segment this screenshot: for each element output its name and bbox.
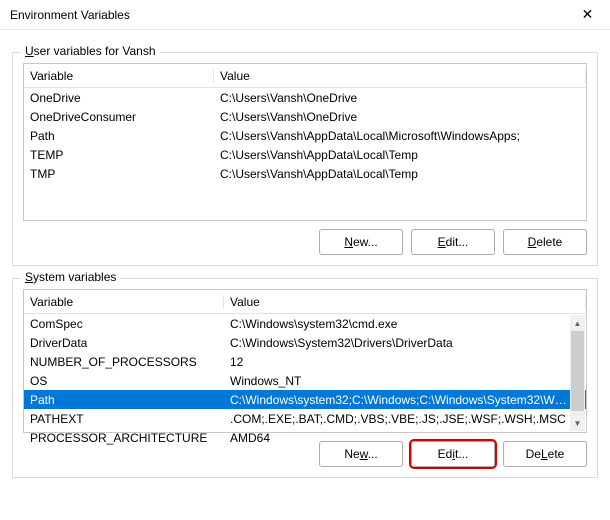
scroll-up-icon[interactable]: ▲ <box>570 315 585 331</box>
table-row[interactable]: OneDriveC:\Users\Vansh\OneDrive <box>24 88 586 107</box>
titlebar: Environment Variables ✕ <box>0 0 610 30</box>
cell-variable: DriverData <box>24 336 224 350</box>
user-variables-table[interactable]: Variable Value OneDriveC:\Users\Vansh\On… <box>23 63 587 221</box>
system-header-variable[interactable]: Variable <box>24 295 224 309</box>
window-title: Environment Variables <box>10 8 130 22</box>
cell-value: C:\Users\Vansh\OneDrive <box>214 110 586 124</box>
cell-variable: NUMBER_OF_PROCESSORS <box>24 355 224 369</box>
cell-value: C:\Windows\system32\cmd.exe <box>224 317 586 331</box>
user-edit-button[interactable]: Edit... <box>411 229 495 255</box>
user-header-variable[interactable]: Variable <box>24 69 214 83</box>
system-scrollbar[interactable]: ▲ ▼ <box>570 315 585 431</box>
cell-value: C:\Windows\System32\Drivers\DriverData <box>224 336 586 350</box>
cell-variable: OneDrive <box>24 91 214 105</box>
user-table-header: Variable Value <box>24 64 586 88</box>
table-row[interactable]: NUMBER_OF_PROCESSORS12 <box>24 352 586 371</box>
table-row[interactable]: OneDriveConsumerC:\Users\Vansh\OneDrive <box>24 107 586 126</box>
cell-variable: Path <box>24 129 214 143</box>
cell-variable: ComSpec <box>24 317 224 331</box>
user-header-value[interactable]: Value <box>214 69 586 83</box>
system-variables-title: System variables <box>21 270 120 284</box>
cell-value: C:\Windows\system32;C:\Windows;C:\Window… <box>224 393 586 407</box>
user-table-body: OneDriveC:\Users\Vansh\OneDriveOneDriveC… <box>24 88 586 220</box>
cell-value: 12 <box>224 355 586 369</box>
system-variables-group: System variables Variable Value ComSpecC… <box>12 278 598 478</box>
cell-value: C:\Users\Vansh\OneDrive <box>214 91 586 105</box>
table-row[interactable]: OSWindows_NT <box>24 371 586 390</box>
close-button[interactable]: ✕ <box>565 0 610 30</box>
system-table-header: Variable Value <box>24 290 586 314</box>
cell-variable: PROCESSOR_ARCHITECTURE <box>24 431 224 445</box>
system-header-value[interactable]: Value <box>224 295 586 309</box>
cell-value: AMD64 <box>224 431 586 445</box>
cell-variable: Path <box>24 393 224 407</box>
user-new-button[interactable]: New... <box>319 229 403 255</box>
cell-variable: TEMP <box>24 148 214 162</box>
system-table-body: ComSpecC:\Windows\system32\cmd.exeDriver… <box>24 314 586 432</box>
table-row[interactable]: PROCESSOR_ARCHITECTUREAMD64 <box>24 428 586 447</box>
table-row[interactable]: PathC:\Users\Vansh\AppData\Local\Microso… <box>24 126 586 145</box>
table-row[interactable]: ComSpecC:\Windows\system32\cmd.exe <box>24 314 586 333</box>
table-row[interactable]: TMPC:\Users\Vansh\AppData\Local\Temp <box>24 164 586 183</box>
cell-value: C:\Users\Vansh\AppData\Local\Microsoft\W… <box>214 129 586 143</box>
user-buttons-row: New... Edit... Delete <box>23 229 587 255</box>
user-variables-group: User variables for Vansh Variable Value … <box>12 52 598 266</box>
table-row[interactable]: PathC:\Windows\system32;C:\Windows;C:\Wi… <box>24 390 586 409</box>
system-variables-table[interactable]: Variable Value ComSpecC:\Windows\system3… <box>23 289 587 433</box>
cell-variable: TMP <box>24 167 214 181</box>
cell-value: C:\Users\Vansh\AppData\Local\Temp <box>214 148 586 162</box>
cell-value: .COM;.EXE;.BAT;.CMD;.VBS;.VBE;.JS;.JSE;.… <box>224 412 586 426</box>
scroll-thumb[interactable] <box>571 331 584 411</box>
cell-variable: PATHEXT <box>24 412 224 426</box>
content-area: User variables for Vansh Variable Value … <box>0 30 610 488</box>
scroll-down-icon[interactable]: ▼ <box>570 415 585 431</box>
table-row[interactable]: DriverDataC:\Windows\System32\Drivers\Dr… <box>24 333 586 352</box>
table-row[interactable]: TEMPC:\Users\Vansh\AppData\Local\Temp <box>24 145 586 164</box>
user-delete-button[interactable]: Delete <box>503 229 587 255</box>
cell-variable: OS <box>24 374 224 388</box>
close-icon: ✕ <box>582 6 594 23</box>
user-variables-title: User variables for Vansh <box>21 44 160 58</box>
table-row[interactable]: PATHEXT.COM;.EXE;.BAT;.CMD;.VBS;.VBE;.JS… <box>24 409 586 428</box>
cell-value: C:\Users\Vansh\AppData\Local\Temp <box>214 167 586 181</box>
cell-variable: OneDriveConsumer <box>24 110 214 124</box>
cell-value: Windows_NT <box>224 374 586 388</box>
